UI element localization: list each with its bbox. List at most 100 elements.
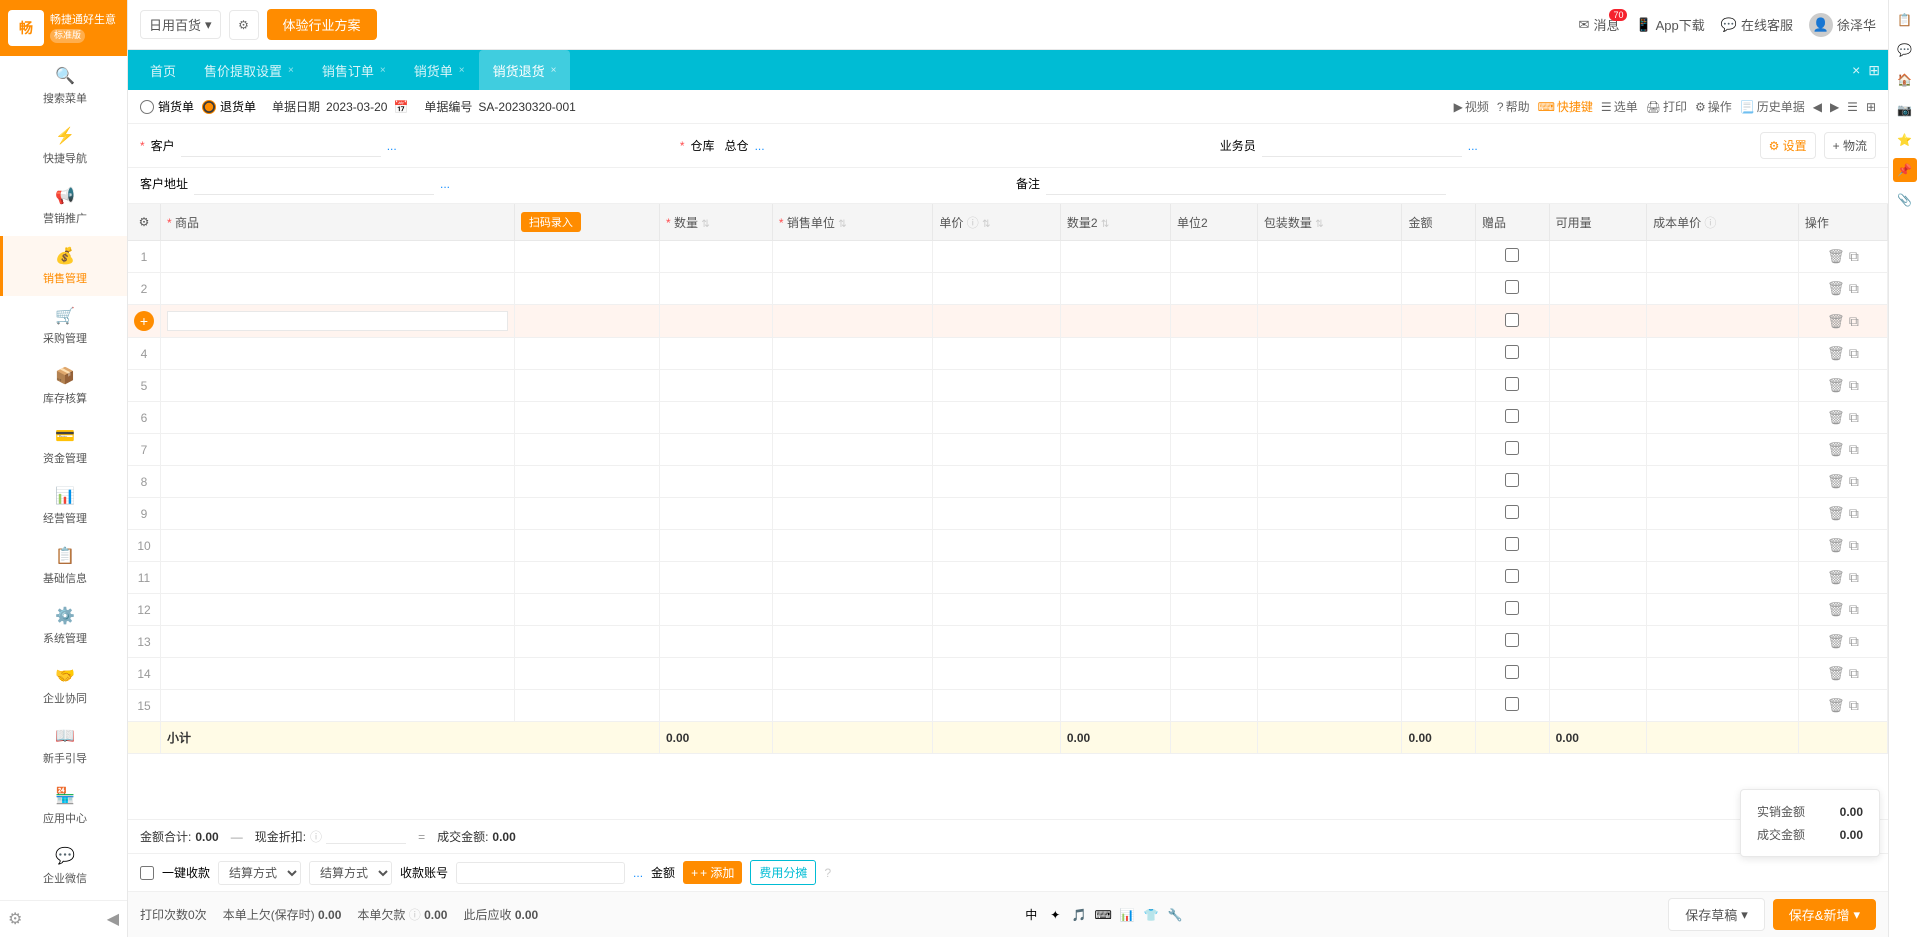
- view-grid-btn[interactable]: ⊞: [1866, 100, 1876, 114]
- amount-cell[interactable]: [1402, 466, 1476, 498]
- unit2-cell[interactable]: [1171, 338, 1258, 370]
- copy-row-btn[interactable]: ⧉: [1849, 280, 1859, 297]
- pack-cell[interactable]: [1257, 434, 1402, 466]
- history-btn[interactable]: 📃 历史单据: [1740, 98, 1805, 115]
- gift-cell[interactable]: [1476, 530, 1550, 562]
- amount-cell[interactable]: [1402, 626, 1476, 658]
- gift-cell[interactable]: [1476, 305, 1550, 338]
- gift-cell[interactable]: [1476, 562, 1550, 594]
- experience-btn[interactable]: 体验行业方案: [267, 9, 377, 40]
- gift-checkbox[interactable]: [1505, 473, 1519, 487]
- goods-cell[interactable]: [161, 305, 515, 338]
- amount-cell[interactable]: [1402, 690, 1476, 722]
- price-sort[interactable]: ⇅: [982, 219, 990, 230]
- goods-cell[interactable]: [161, 562, 515, 594]
- right-btn-5[interactable]: ⭐: [1893, 128, 1917, 152]
- goods-cell[interactable]: [161, 338, 515, 370]
- gift-checkbox[interactable]: [1505, 377, 1519, 391]
- col-scan[interactable]: 扫码录入: [514, 204, 659, 241]
- copy-row-btn[interactable]: ⧉: [1849, 313, 1859, 330]
- price-cell[interactable]: [933, 241, 1060, 273]
- staff-ellipsis[interactable]: ...: [1468, 139, 1478, 153]
- pack-cell[interactable]: [1257, 530, 1402, 562]
- gift-checkbox[interactable]: [1505, 697, 1519, 711]
- price-cell[interactable]: [933, 338, 1060, 370]
- qty2-cell[interactable]: [1060, 338, 1170, 370]
- gift-cell[interactable]: [1476, 338, 1550, 370]
- sidebar-item-inventory[interactable]: 📦 库存核算: [0, 356, 127, 416]
- unit-cell[interactable]: [772, 305, 933, 338]
- account-ellipsis[interactable]: ...: [633, 866, 643, 880]
- copy-row-btn[interactable]: ⧉: [1849, 505, 1859, 522]
- calc-select[interactable]: 结算方式: [309, 861, 392, 885]
- right-btn-1[interactable]: 📋: [1893, 8, 1917, 32]
- qty2-cell[interactable]: [1060, 305, 1170, 338]
- customer-ellipsis[interactable]: ...: [387, 139, 397, 153]
- gift-checkbox[interactable]: [1505, 248, 1519, 262]
- gift-cell[interactable]: [1476, 690, 1550, 722]
- delete-row-btn[interactable]: 🗑: [1827, 665, 1845, 682]
- unit-cell[interactable]: [772, 434, 933, 466]
- qty-cell[interactable]: [659, 338, 772, 370]
- delete-row-btn[interactable]: 🗑: [1827, 537, 1845, 554]
- topbar-dropdown[interactable]: 日用百货 ▾: [140, 10, 221, 39]
- copy-row-btn[interactable]: ⧉: [1849, 697, 1859, 714]
- gift-cell[interactable]: [1476, 594, 1550, 626]
- unit-cell[interactable]: [772, 626, 933, 658]
- logistics-button[interactable]: + 物流: [1824, 132, 1876, 159]
- warehouse-ellipsis[interactable]: ...: [755, 139, 765, 153]
- tab-price-setting-close[interactable]: ×: [288, 65, 294, 76]
- app-download-btn[interactable]: 📱 App下载: [1635, 15, 1704, 34]
- close-tab-btn[interactable]: ×: [1852, 62, 1860, 79]
- price-cell[interactable]: [933, 562, 1060, 594]
- gift-checkbox[interactable]: [1505, 601, 1519, 615]
- price-info-icon[interactable]: ⓘ: [967, 216, 979, 230]
- pack-cell[interactable]: [1257, 498, 1402, 530]
- goods-input[interactable]: [167, 311, 508, 331]
- one-click-checkbox[interactable]: [140, 866, 154, 880]
- gift-cell[interactable]: [1476, 434, 1550, 466]
- delete-row-btn[interactable]: 🗑: [1827, 441, 1845, 458]
- qty-cell[interactable]: [659, 658, 772, 690]
- date-value[interactable]: 2023-03-20: [326, 100, 387, 114]
- price-cell[interactable]: [933, 305, 1060, 338]
- sidebar-item-finance[interactable]: 💳 资金管理: [0, 416, 127, 476]
- copy-row-btn[interactable]: ⧉: [1849, 569, 1859, 586]
- radio-return-input[interactable]: [202, 100, 216, 114]
- shortcut-btn[interactable]: ⌨ 快捷键: [1538, 98, 1593, 115]
- unit2-cell[interactable]: [1171, 466, 1258, 498]
- pack-sort[interactable]: ⇅: [1315, 219, 1323, 230]
- help-icon[interactable]: ?: [824, 866, 831, 880]
- qty2-cell[interactable]: [1060, 594, 1170, 626]
- pack-cell[interactable]: [1257, 562, 1402, 594]
- goods-cell[interactable]: [161, 273, 515, 305]
- qty2-cell[interactable]: [1060, 402, 1170, 434]
- unit-cell[interactable]: [772, 594, 933, 626]
- amount-cell[interactable]: [1402, 434, 1476, 466]
- tabs-menu-btn[interactable]: ⊞: [1868, 62, 1880, 79]
- unit-cell[interactable]: [772, 370, 933, 402]
- right-btn-2[interactable]: 💬: [1893, 38, 1917, 62]
- qty-cell[interactable]: [659, 626, 772, 658]
- pack-cell[interactable]: [1257, 402, 1402, 434]
- qty2-cell[interactable]: [1060, 690, 1170, 722]
- delete-row-btn[interactable]: 🗑: [1827, 248, 1845, 265]
- add-payment-btn[interactable]: + + 添加: [683, 861, 742, 884]
- help-btn[interactable]: ? 帮助: [1497, 98, 1530, 115]
- gift-cell[interactable]: [1476, 402, 1550, 434]
- gift-checkbox[interactable]: [1505, 280, 1519, 294]
- qty-sort[interactable]: ⇅: [701, 219, 709, 230]
- remark-input[interactable]: [1046, 172, 1446, 195]
- right-btn-6[interactable]: 📌: [1893, 158, 1917, 182]
- delete-row-btn[interactable]: 🗑: [1827, 633, 1845, 650]
- delete-row-btn[interactable]: 🗑: [1827, 313, 1845, 330]
- pack-cell[interactable]: [1257, 241, 1402, 273]
- qty-cell[interactable]: [659, 273, 772, 305]
- video-btn[interactable]: ▶ 视频: [1454, 98, 1489, 115]
- gift-cell[interactable]: [1476, 498, 1550, 530]
- sidebar-item-search[interactable]: 🔍 搜索菜单: [0, 56, 127, 116]
- unit2-cell[interactable]: [1171, 305, 1258, 338]
- price-cell[interactable]: [933, 658, 1060, 690]
- settings-bottom-icon[interactable]: ⚙: [8, 909, 22, 929]
- unit-cell[interactable]: [772, 658, 933, 690]
